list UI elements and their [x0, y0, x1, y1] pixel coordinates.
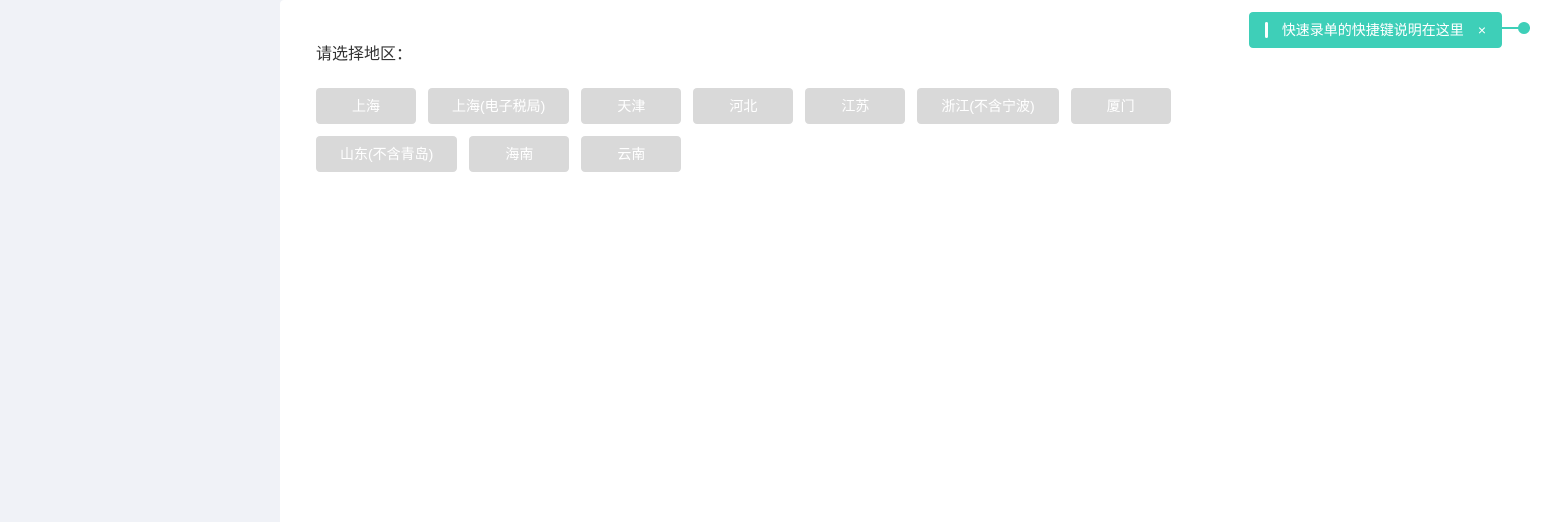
region-btn-zhejiang[interactable]: 浙江(不含宁波): [917, 88, 1058, 124]
region-btn-jiangsu[interactable]: 江苏: [805, 88, 905, 124]
main-content: 请选择地区： 上海 上海(电子税局) 天津 河北 江苏 浙江(不含宁波) 厦门 …: [280, 0, 1562, 522]
region-btn-hebei[interactable]: 河北: [693, 88, 793, 124]
tooltip-dot: [1518, 22, 1530, 34]
sidebar: [0, 0, 280, 522]
tooltip-close-button[interactable]: ×: [1478, 22, 1486, 38]
region-grid: 上海 上海(电子税局) 天津 河北 江苏 浙江(不含宁波) 厦门: [280, 88, 1562, 124]
region-btn-shanghai-etax[interactable]: 上海(电子税局): [428, 88, 569, 124]
region-grid-row2: 山东(不含青岛) 海南 云南: [280, 136, 1562, 172]
region-btn-hainan[interactable]: 海南: [469, 136, 569, 172]
region-btn-xiamen[interactable]: 厦门: [1071, 88, 1171, 124]
tooltip-banner: 快速录单的快捷键说明在这里 ×: [1249, 12, 1502, 48]
tooltip-text: 快速录单的快捷键说明在这里: [1282, 20, 1464, 40]
region-btn-shanghai[interactable]: 上海: [316, 88, 416, 124]
region-btn-tianjin[interactable]: 天津: [581, 88, 681, 124]
region-btn-yunnan[interactable]: 云南: [581, 136, 681, 172]
region-btn-shandong[interactable]: 山东(不含青岛): [316, 136, 457, 172]
